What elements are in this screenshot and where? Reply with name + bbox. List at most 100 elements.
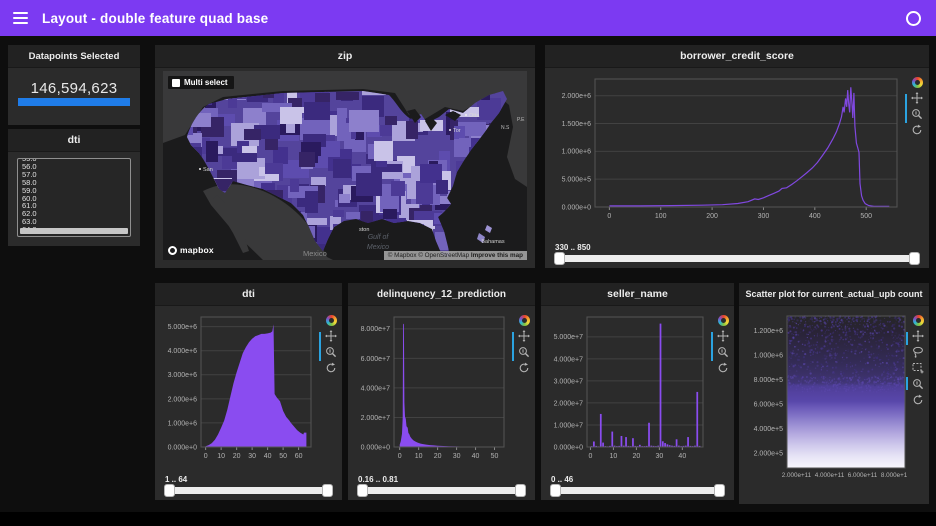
zip-panel: zip Multi select Gulf ofMexicoMexicoBaha… [155,45,535,268]
svg-text:0.000e+0: 0.000e+0 [361,444,390,451]
svg-text:10: 10 [415,453,423,460]
attribution-text[interactable]: © Mapbox © OpenStreetMap [388,252,471,259]
dti-hist-chart[interactable]: 0.000e+01.000e+62.000e+63.000e+64.000e+6… [155,309,315,468]
reset-tool-icon[interactable] [912,394,924,406]
pan-tool-icon[interactable] [325,330,337,342]
map-attribution: © Mapbox © OpenStreetMap Improve this ma… [384,251,527,260]
seller-name-panel: seller_name 0.000e+01.000e+72.000e+73.00… [541,283,734,500]
svg-text:6.000e+5: 6.000e+5 [754,402,783,409]
seller-name-chart[interactable]: 0.000e+01.000e+72.000e+73.000e+74.000e+7… [541,309,707,468]
reset-tool-icon[interactable] [518,362,530,374]
bokeh-logo-icon[interactable] [913,315,924,326]
slider-handle-max[interactable] [909,252,920,265]
wheel-zoom-tool-icon[interactable] [911,108,923,120]
slider-handle-min[interactable] [554,252,565,265]
slider-track[interactable] [165,487,332,494]
modebar [516,315,532,374]
slider-handle-min[interactable] [164,484,175,497]
dti-list-panel: dti 55.056.057.058.059.060.061.062.063.0… [8,129,140,246]
reset-tool-icon[interactable] [325,362,337,374]
scatter-upb-chart[interactable]: 2.000e+54.000e+56.000e+58.000e+51.000e+6… [739,308,907,489]
reset-tool-icon[interactable] [911,124,923,136]
credit-score-range-slider: 330 .. 850 [555,243,919,262]
box-select-tool-icon[interactable] [912,362,924,374]
svg-text:4.000e+6: 4.000e+6 [168,348,197,355]
list-item[interactable]: 58.0 [22,179,130,187]
slider-handle-max[interactable] [714,484,725,497]
svg-text:40: 40 [264,453,272,460]
borrower-credit-score-title: borrower_credit_score [545,45,929,68]
slider-handle-min[interactable] [550,484,561,497]
dti-listbox[interactable]: 55.056.057.058.059.060.061.062.063.064.0 [17,158,131,237]
pan-tool-icon[interactable] [717,330,729,342]
bokeh-logo-icon[interactable] [519,315,530,326]
svg-text:400: 400 [809,213,821,220]
list-item[interactable]: 62.0 [22,210,130,218]
list-item[interactable]: 57.0 [22,171,130,179]
wheel-zoom-tool-icon[interactable] [717,346,729,358]
svg-text:0: 0 [588,453,592,460]
multi-select-checkbox-icon[interactable] [172,79,180,87]
svg-text:3.000e+7: 3.000e+7 [554,378,583,385]
slider-range-label: 0.16 .. 0.81 [358,475,525,484]
dti-list-title: dti [8,129,140,152]
wheel-zoom-tool-icon[interactable] [912,378,924,390]
bokeh-logo-icon[interactable] [912,77,923,88]
borrower-credit-score-panel: borrower_credit_score 0.000e+05.000e+51.… [545,45,929,268]
pan-tool-icon[interactable] [518,330,530,342]
svg-text:2.000e+5: 2.000e+5 [754,451,783,458]
pan-tool-icon[interactable] [911,92,923,104]
svg-text:20: 20 [632,453,640,460]
wheel-zoom-tool-icon[interactable] [518,346,530,358]
horizontal-scrollbar[interactable] [20,228,128,234]
slider-track[interactable] [551,487,724,494]
scatter-upb-panel: Scatter plot for current_actual_upb coun… [739,283,929,504]
borrower-credit-score-chart[interactable]: 0.000e+05.000e+51.000e+61.500e+62.000e+6… [547,71,905,228]
multi-select-control[interactable]: Multi select [168,76,234,89]
slider-track[interactable] [555,255,919,262]
slider-track[interactable] [358,487,525,494]
multi-select-label: Multi select [184,78,228,87]
hamburger-menu-icon[interactable] [13,12,28,24]
svg-text:60: 60 [295,453,303,460]
list-item[interactable]: 61.0 [22,202,130,210]
svg-text:0.000e+0: 0.000e+0 [562,204,591,211]
slider-handle-min[interactable] [357,484,368,497]
svg-text:8.000e+11: 8.000e+11 [881,472,907,479]
bokeh-logo-icon[interactable] [718,315,729,326]
svg-text:0.000e+0: 0.000e+0 [168,444,197,451]
bokeh-logo-icon[interactable] [326,315,337,326]
seller-name-title: seller_name [541,283,734,306]
list-item[interactable]: 56.0 [22,163,130,171]
reset-tool-icon[interactable] [717,362,729,374]
list-item[interactable]: 63.0 [22,218,130,226]
delinquency-chart[interactable]: 0.000e+02.000e+74.000e+76.000e+78.000e+7… [348,309,508,468]
slider-handle-max[interactable] [515,484,526,497]
svg-text:30: 30 [248,453,256,460]
delinquency-panel: delinquency_12_prediction 0.000e+02.000e… [348,283,535,500]
dti-hist-panel: dti 0.000e+01.000e+62.000e+63.000e+64.00… [155,283,342,500]
choropleth-map[interactable]: Multi select Gulf ofMexicoMexicoBahamasS… [163,71,527,260]
svg-text:Mexico: Mexico [367,244,389,251]
mapbox-logo[interactable]: mapbox [168,245,214,255]
mapbox-logo-text: mapbox [180,245,214,255]
pan-tool-icon[interactable] [912,330,924,342]
map-canvas[interactable]: Gulf ofMexicoMexicoBahamasSanTorOttaston… [163,71,527,260]
svg-text:20: 20 [233,453,241,460]
list-item[interactable]: 60.0 [22,195,130,203]
svg-text:200: 200 [706,213,718,220]
lasso-select-tool-icon[interactable] [912,346,924,358]
list-item[interactable]: 59.0 [22,187,130,195]
svg-text:4.000e+7: 4.000e+7 [361,385,390,392]
modebar [715,315,731,374]
improve-map-link[interactable]: Improve this map [471,252,523,259]
svg-text:6.000e+7: 6.000e+7 [361,356,390,363]
svg-text:8.000e+5: 8.000e+5 [754,377,783,384]
wheel-zoom-tool-icon[interactable] [325,346,337,358]
slider-handle-max[interactable] [322,484,333,497]
svg-text:Bahamas: Bahamas [481,239,504,245]
slider-range-label: 1 .. 64 [165,475,332,484]
footer-strip [0,512,936,526]
svg-text:0: 0 [204,453,208,460]
delinquency-range-slider: 0.16 .. 0.81 [358,475,525,494]
